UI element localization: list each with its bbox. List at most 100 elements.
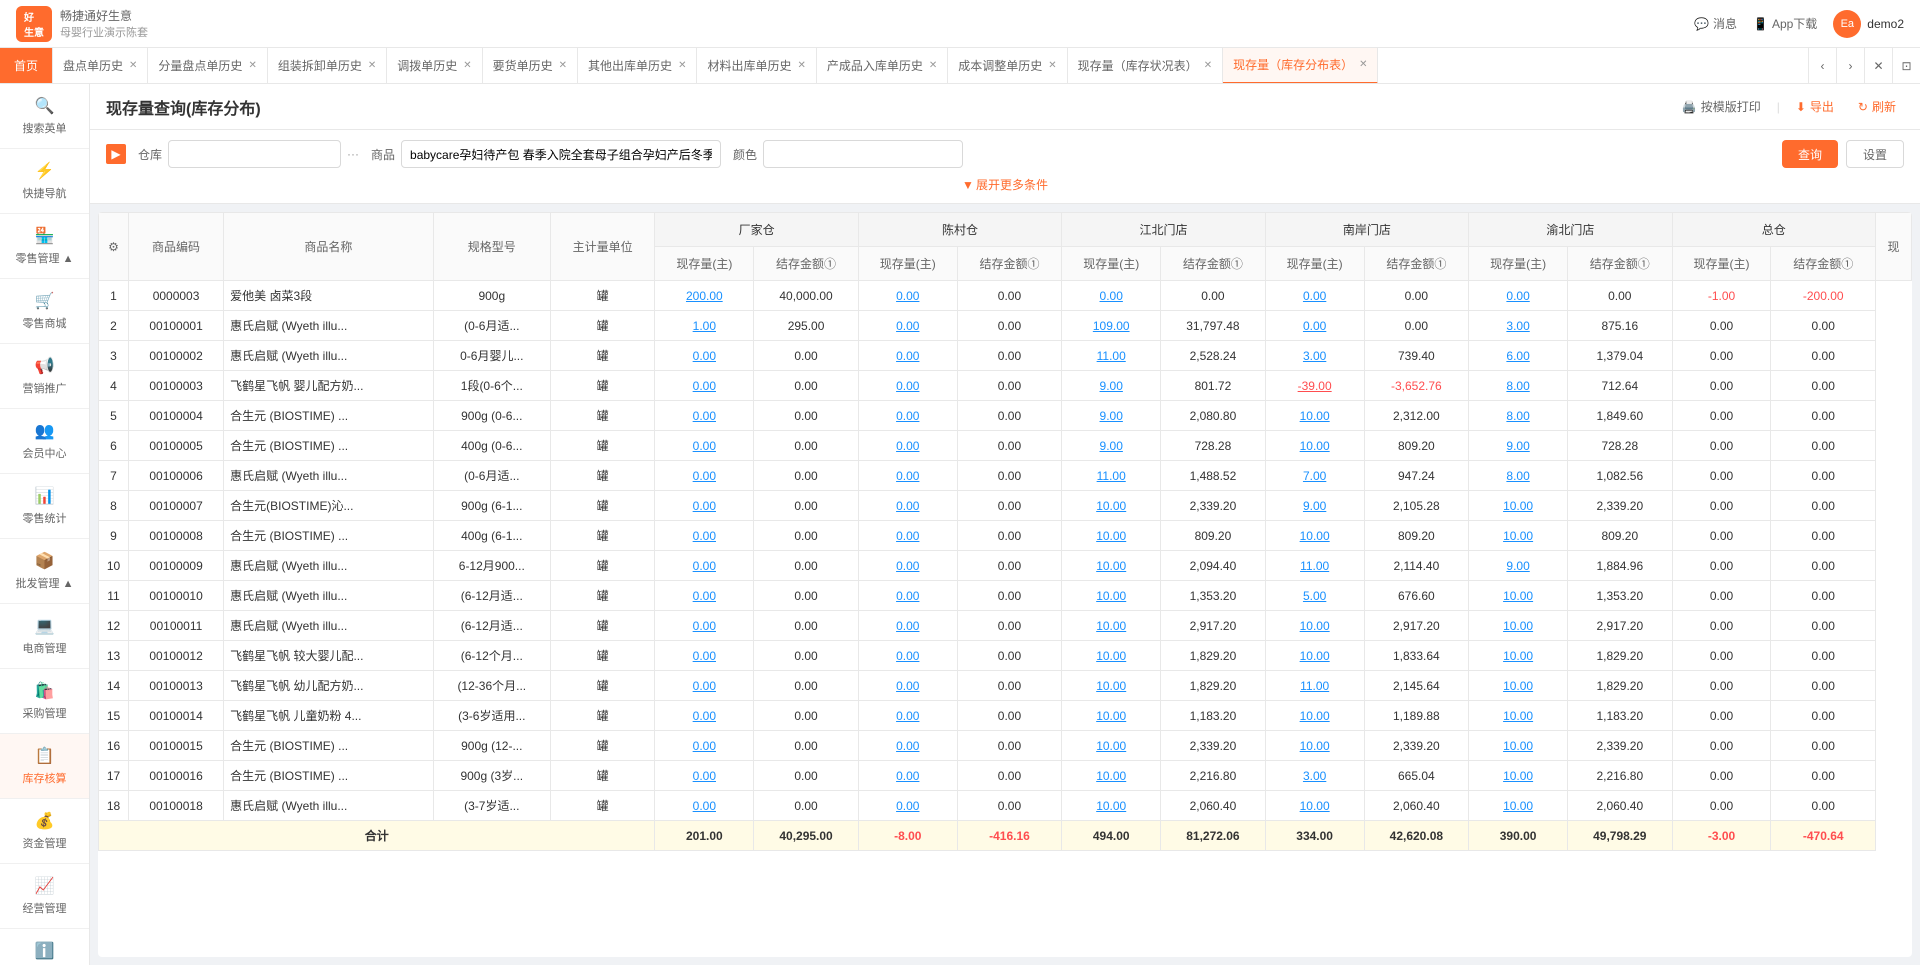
expand-conditions-btn[interactable]: ▼ 展开更多条件	[962, 176, 1048, 193]
sidebar-icon-marketing: 📢	[35, 356, 55, 376]
cell-total-qty: 0.00	[1672, 641, 1771, 671]
tab-close-transfer[interactable]: ✕	[463, 60, 471, 71]
app-download-btn[interactable]: 📱 App下载	[1753, 15, 1817, 32]
cell-wh4-qty: 11.00	[1265, 671, 1364, 701]
cell-name: 合生元 (BIOSTIME) ...	[224, 731, 434, 761]
cell-wh2-amt: 0.00	[957, 581, 1062, 611]
tab-close-product-in[interactable]: ✕	[929, 60, 937, 71]
download-icon: 📱	[1753, 17, 1768, 31]
sidebar-item-retail-mall[interactable]: 🛒 零售商城	[0, 279, 89, 344]
cell-wh3-qty: 9.00	[1062, 431, 1161, 461]
tab-transfer[interactable]: 调拨单历史✕	[387, 48, 482, 84]
cell-wh5-amt: 1,829.20	[1568, 641, 1673, 671]
sidebar-label-search: 搜索英单	[23, 120, 67, 136]
tab-other-out[interactable]: 其他出库单历史✕	[578, 48, 697, 84]
cell-wh2-amt: 0.00	[957, 791, 1062, 821]
sidebar-item-basic[interactable]: ℹ️ 基础信息	[0, 929, 89, 965]
export-btn[interactable]: ⬇ 导出	[1788, 94, 1842, 119]
cell-wh5-amt: 2,339.20	[1568, 491, 1673, 521]
sidebar-item-ecom[interactable]: 💻 电商管理	[0, 604, 89, 669]
tab-stock-dist[interactable]: 现存量（库存分布表）✕	[1223, 48, 1378, 84]
tab-sub-inventory[interactable]: 分量盘点单历史 ✕	[148, 48, 267, 84]
cell-wh5-qty: 8.00	[1469, 401, 1568, 431]
sidebar-item-search[interactable]: 🔍 搜索英单	[0, 84, 89, 149]
cell-wh1-qty: 0.00	[655, 641, 754, 671]
product-filter: 商品	[371, 140, 721, 168]
sidebar-item-wholesale[interactable]: 📦 批发管理 ▲	[0, 539, 89, 604]
table-row: 900100008合生元 (BIOSTIME) ...400g (6-1...罐…	[99, 521, 1912, 551]
sidebar-item-inventory[interactable]: 📋 库存核算	[0, 734, 89, 799]
sidebar-icon-ecom: 💻	[35, 616, 55, 636]
table-row: 1400100013飞鹤星飞帆 幼儿配方奶...(12-36个月...罐0.00…	[99, 671, 1912, 701]
tab-close-cost-adjust[interactable]: ✕	[1048, 60, 1056, 71]
print-btn[interactable]: 🖨️ 按模版打印	[1674, 94, 1769, 119]
search-button[interactable]: 查询	[1782, 140, 1838, 168]
tab-inventory-count[interactable]: 盘点单历史✕	[53, 48, 148, 84]
cell-spec: 6-12月900...	[433, 551, 550, 581]
sidebar-item-quick-nav[interactable]: ⚡ 快捷导航	[0, 149, 89, 214]
sidebar-item-retail-stats[interactable]: 📊 零售统计	[0, 474, 89, 539]
color-input[interactable]	[763, 140, 963, 168]
cell-wh5-qty: 9.00	[1469, 551, 1568, 581]
cell-wh4-qty: 10.00	[1265, 641, 1364, 671]
tab-close-combo-dismantle[interactable]: ✕	[368, 60, 376, 71]
tab-label-stock-status: 现存量（库存状况表）	[1078, 57, 1198, 74]
cell-wh4-amt: 739.40	[1364, 341, 1469, 371]
cell-total-qty: 0.00	[1672, 611, 1771, 641]
tab-close-purchase-order[interactable]: ✕	[559, 60, 567, 71]
sidebar-item-member[interactable]: 👥 会员中心	[0, 409, 89, 474]
refresh-btn[interactable]: ↻ 刷新	[1850, 94, 1904, 119]
warehouse-more-btn[interactable]: ···	[347, 147, 359, 161]
warehouse-input[interactable]	[168, 140, 341, 168]
tab-close-stock-status[interactable]: ✕	[1204, 60, 1212, 71]
tab-purchase-order[interactable]: 要货单历史✕	[483, 48, 578, 84]
tab-close-stock-dist[interactable]: ✕	[1359, 59, 1367, 70]
tab-material-out[interactable]: 材料出库单历史✕	[697, 48, 816, 84]
cell-unit: 罐	[550, 611, 655, 641]
tab-product-in[interactable]: 产成品入库单历史✕	[817, 48, 948, 84]
setting-button[interactable]: 设置	[1846, 140, 1904, 168]
message-btn[interactable]: 💬 消息	[1694, 15, 1737, 32]
cell-wh4-qty: 10.00	[1265, 401, 1364, 431]
tab-prev-btn[interactable]: ‹	[1808, 48, 1836, 84]
cell-total-amt: 0.00	[1771, 671, 1876, 701]
cell-wh5-qty: 10.00	[1469, 731, 1568, 761]
sidebar-item-purchase[interactable]: 🛍️ 采购管理	[0, 669, 89, 734]
sidebar-label-retail: 零售管理 ▲	[16, 250, 74, 266]
cell-wh2-qty: 0.00	[858, 551, 957, 581]
filter-collapse-btn[interactable]: ▶	[106, 144, 126, 164]
cell-total-amt: 0.00	[1771, 341, 1876, 371]
tab-close-material-out[interactable]: ✕	[797, 60, 805, 71]
tab-combo-dismantle[interactable]: 组装拆卸单历史✕	[268, 48, 387, 84]
cell-no: 3	[99, 341, 129, 371]
sidebar-item-finance[interactable]: 💰 资金管理	[0, 799, 89, 864]
sidebar-label-purchase: 采购管理	[23, 705, 67, 721]
th-settings[interactable]: ⚙	[99, 213, 129, 281]
tab-home[interactable]: 首页	[0, 48, 53, 84]
cell-wh4-amt: 809.20	[1364, 431, 1469, 461]
sidebar-item-retail[interactable]: 🏪 零售管理 ▲	[0, 214, 89, 279]
filter-area: ▶ 仓库 ··· 商品 颜色 查询 设置	[90, 130, 1920, 204]
cell-wh4-qty: 10.00	[1265, 701, 1364, 731]
cell-wh2-qty: 0.00	[858, 461, 957, 491]
tab-close-other-out[interactable]: ✕	[678, 60, 686, 71]
tab-next-btn[interactable]: ›	[1836, 48, 1864, 84]
tab-label-sub-inventory: 分量盘点单历史	[158, 57, 242, 74]
cell-spec: (0-6月适...	[433, 311, 550, 341]
tab-expand-btn[interactable]: ⊡	[1892, 48, 1920, 84]
tab-cost-adjust[interactable]: 成本调整单历史✕	[948, 48, 1067, 84]
cell-no: 16	[99, 731, 129, 761]
cell-code: 00100011	[129, 611, 224, 641]
refresh-icon: ↻	[1858, 100, 1868, 114]
tab-close-btn[interactable]: ✕	[1864, 48, 1892, 84]
table-container[interactable]: ⚙商品编码商品名称规格型号主计量单位厂家仓陈村仓江北门店南岸门店渝北门店总仓现现…	[98, 212, 1912, 957]
tab-close-sub-inventory[interactable]: ✕	[248, 60, 256, 71]
sidebar-item-marketing[interactable]: 📢 营销推广	[0, 344, 89, 409]
table-row: 800100007合生元(BIOSTIME)沁...900g (6-1...罐0…	[99, 491, 1912, 521]
tab-stock-status[interactable]: 现存量（库存状况表） ✕	[1068, 48, 1223, 84]
tab-close-inventory-count[interactable]: ✕	[129, 60, 137, 71]
cell-unit: 罐	[550, 401, 655, 431]
product-input[interactable]	[401, 140, 721, 168]
cell-code: 00100013	[129, 671, 224, 701]
sidebar-item-ops[interactable]: 📈 经营管理	[0, 864, 89, 929]
